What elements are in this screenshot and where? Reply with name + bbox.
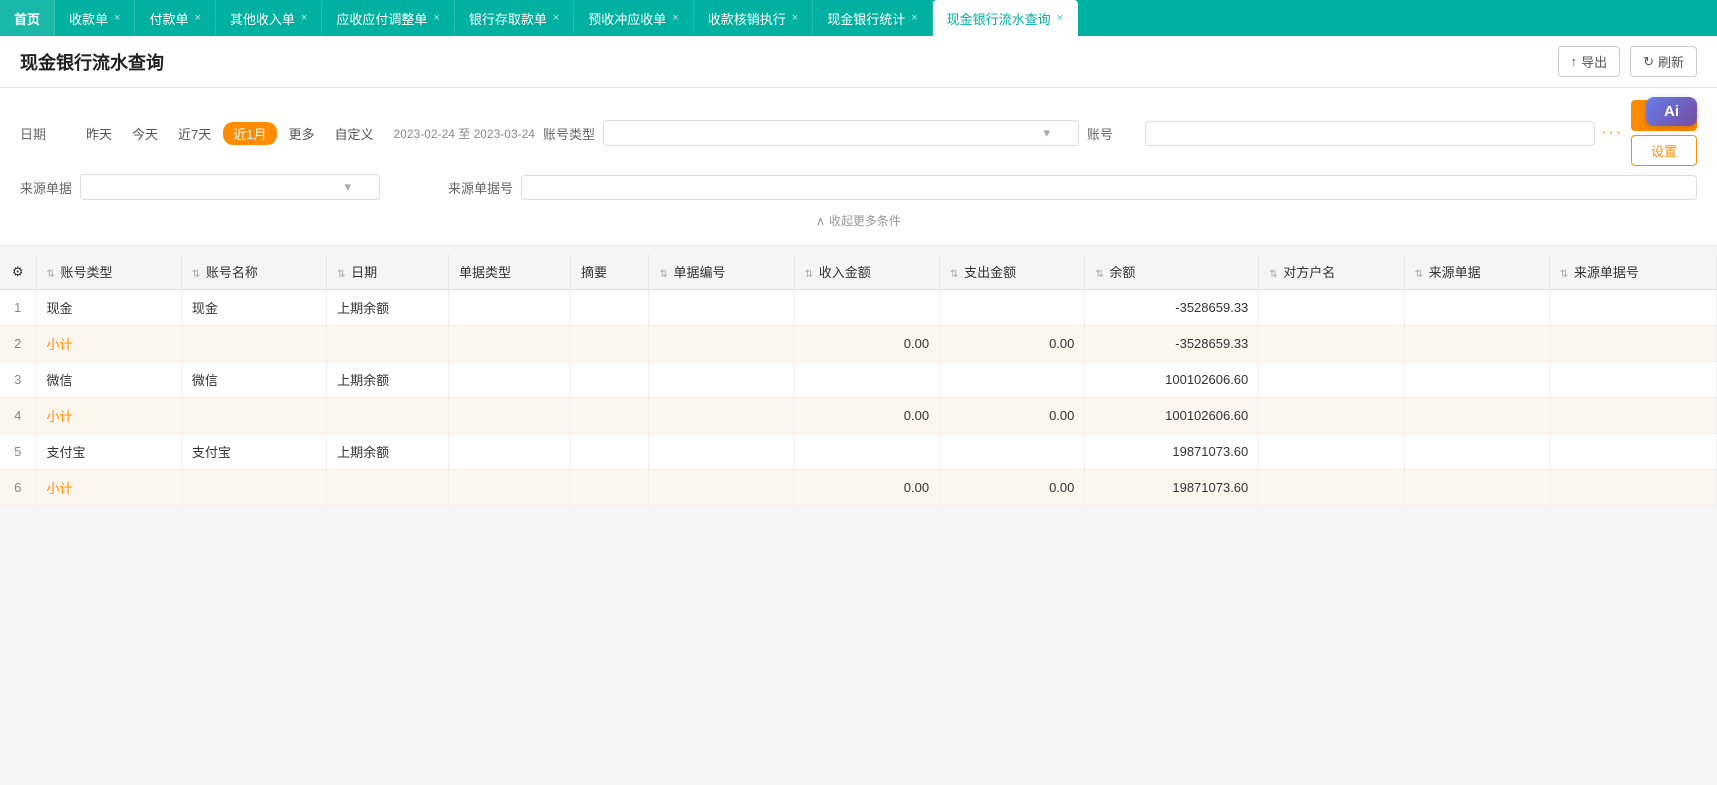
nav-cash-flow-close[interactable]: × [1057, 12, 1063, 24]
export-button[interactable]: ↑ 导出 [1558, 46, 1621, 77]
refresh-button[interactable]: ↻ 刷新 [1630, 46, 1697, 77]
ai-badge[interactable]: Ai [1646, 97, 1697, 126]
nav-bank-deposit[interactable]: 银行存取款单 × [455, 0, 574, 36]
sort-icon-date: ⇅ [337, 269, 345, 280]
nav-cash-stats-close[interactable]: × [911, 12, 917, 24]
table-row: 1现金现金上期余额-3528659.33 [0, 290, 1717, 326]
nav-receipt-verify[interactable]: 收款核销执行 × [694, 0, 813, 36]
nav-ar-ap-close[interactable]: × [433, 12, 439, 24]
source-doc-chevron-icon: ▾ [344, 179, 351, 195]
th-doc-type: 单据类型 [449, 254, 571, 290]
nav-ar-ap-adjust[interactable]: 应收应付调整单 × [322, 0, 454, 36]
nav-receipt[interactable]: 收款单 × [55, 0, 135, 36]
th-summary: 摘要 [570, 254, 649, 290]
sort-icon-balance: ⇅ [1095, 269, 1103, 280]
account-type-select[interactable]: ▾ [603, 120, 1079, 146]
collapse-label: 收起更多条件 [829, 212, 901, 229]
sort-icon-account-name: ⇅ [192, 269, 200, 280]
nav-other-income-close[interactable]: × [301, 12, 307, 24]
date-opt-custom[interactable]: 自定义 [327, 122, 382, 145]
date-options: 昨天 今天 近7天 近1月 更多 自定义 [78, 122, 382, 145]
filter-area: 日期 昨天 今天 近7天 近1月 更多 自定义 2023-02-24 至 202… [0, 88, 1717, 246]
top-nav: 首页 收款单 × 付款单 × 其他收入单 × 应收应付调整单 × 银行存取款单 … [0, 0, 1717, 36]
nav-pre-receive[interactable]: 预收冲应收单 × [574, 0, 693, 36]
nav-home[interactable]: 首页 [0, 0, 55, 36]
sort-icon-doc-no: ⇅ [659, 269, 667, 280]
sort-icon-counterpart: ⇅ [1269, 269, 1277, 280]
nav-payment-close[interactable]: × [194, 12, 200, 24]
th-date[interactable]: ⇅ 日期 [327, 254, 449, 290]
nav-payment[interactable]: 付款单 × [135, 0, 215, 36]
th-account-name[interactable]: ⇅ 账号名称 [181, 254, 326, 290]
th-source-doc[interactable]: ⇅ 来源单据 [1404, 254, 1549, 290]
nav-receipt-verify-close[interactable]: × [792, 12, 798, 24]
nav-cash-flow-query[interactable]: 现金银行流水查询 × [933, 0, 1078, 36]
table-row: 2小计0.000.00-3528659.33 [0, 326, 1717, 362]
date-opt-7days[interactable]: 近7天 [170, 122, 219, 145]
th-expense[interactable]: ⇅ 支出金额 [940, 254, 1085, 290]
source-doc-no-label: 来源单据号 [448, 178, 513, 197]
nav-other-income[interactable]: 其他收入单 × [216, 0, 322, 36]
date-range-display: 2023-02-24 至 2023-03-24 [394, 125, 535, 142]
th-gear[interactable]: ⚙ [0, 254, 36, 290]
date-opt-1month[interactable]: 近1月 [223, 122, 276, 145]
th-balance[interactable]: ⇅ 余额 [1085, 254, 1259, 290]
table-header-row: ⚙ ⇅ 账号类型 ⇅ 账号名称 ⇅ 日期 单据类型 摘要 [0, 254, 1717, 290]
data-table: ⚙ ⇅ 账号类型 ⇅ 账号名称 ⇅ 日期 单据类型 摘要 [0, 254, 1717, 506]
date-opt-yesterday[interactable]: 昨天 [78, 122, 120, 145]
th-account-type[interactable]: ⇅ 账号类型 [36, 254, 181, 290]
nav-cash-stats[interactable]: 现金银行统计 × [813, 0, 932, 36]
source-doc-select[interactable]: ▾ [80, 174, 380, 200]
th-doc-no[interactable]: ⇅ 单据编号 [649, 254, 794, 290]
table-row: 3微信微信上期余额100102606.60 [0, 362, 1717, 398]
sort-icon-income: ⇅ [805, 269, 813, 280]
table-row: 5支付宝支付宝上期余额19871073.60 [0, 434, 1717, 470]
sort-icon-account-type: ⇅ [47, 269, 55, 280]
account-type-label: 账号类型 [543, 124, 595, 143]
refresh-icon: ↻ [1643, 54, 1654, 70]
header-actions: ↑ 导出 ↻ 刷新 [1558, 46, 1697, 77]
sort-icon-source-doc-no: ⇅ [1560, 269, 1568, 280]
page-header: 现金银行流水查询 ↑ 导出 ↻ 刷新 [0, 36, 1717, 88]
date-opt-more[interactable]: 更多 [281, 122, 323, 145]
collapse-icon: ∧ [816, 214, 825, 228]
filter-row-date: 日期 昨天 今天 近7天 近1月 更多 自定义 2023-02-24 至 202… [20, 100, 1697, 166]
export-icon: ↑ [1571, 54, 1578, 69]
th-income[interactable]: ⇅ 收入金额 [794, 254, 939, 290]
source-doc-no-input[interactable] [521, 175, 1697, 200]
nav-pre-receive-close[interactable]: × [672, 12, 678, 24]
account-input[interactable] [1145, 121, 1595, 146]
page-title: 现金银行流水查询 [20, 49, 164, 75]
nav-receipt-close[interactable]: × [114, 12, 120, 24]
th-source-doc-no[interactable]: ⇅ 来源单据号 [1549, 254, 1716, 290]
account-type-chevron-icon: ▾ [1043, 125, 1050, 141]
date-label: 日期 [20, 124, 70, 143]
sort-icon-expense: ⇅ [950, 269, 958, 280]
table-row: 4小计0.000.00100102606.60 [0, 398, 1717, 434]
account-more-btn[interactable]: ··· [1601, 124, 1623, 142]
table-row: 6小计0.000.0019871073.60 [0, 470, 1717, 506]
account-label: 账号 [1087, 124, 1137, 143]
th-counterpart[interactable]: ⇅ 对方户名 [1259, 254, 1404, 290]
filter-row-source: 来源单据 ▾ 来源单据号 [20, 174, 1697, 200]
table-container: ⚙ ⇅ 账号类型 ⇅ 账号名称 ⇅ 日期 单据类型 摘要 [0, 254, 1717, 506]
source-doc-label: 来源单据 [20, 178, 72, 197]
nav-bank-deposit-close[interactable]: × [553, 12, 559, 24]
date-opt-today[interactable]: 今天 [124, 122, 166, 145]
collapse-bar[interactable]: ∧ 收起更多条件 [20, 208, 1697, 237]
sort-icon-source-doc: ⇅ [1415, 269, 1423, 280]
settings-button[interactable]: 设置 [1631, 135, 1697, 166]
